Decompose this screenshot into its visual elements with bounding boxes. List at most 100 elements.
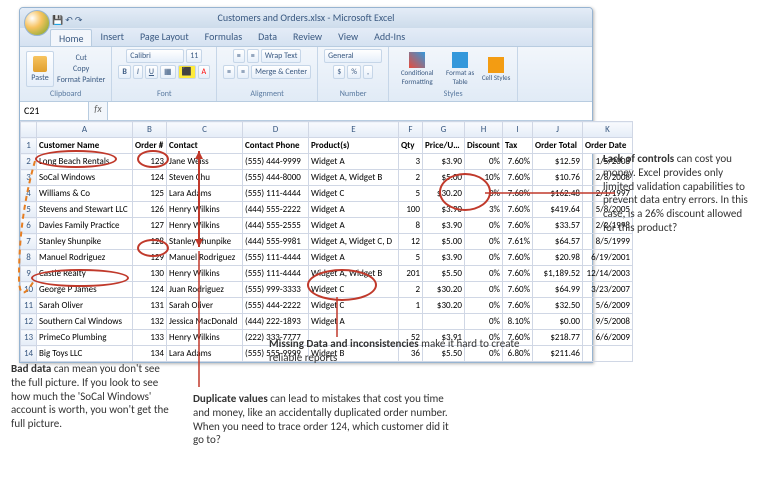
cell[interactable]: 0% — [465, 186, 503, 202]
cell[interactable]: (555) 444-2222 — [243, 298, 309, 314]
cell[interactable]: Widget A, Widget C, D — [309, 234, 399, 250]
cell[interactable]: 0% — [465, 282, 503, 298]
col-header[interactable]: B — [133, 122, 167, 138]
cell[interactable]: Castle Realty — [37, 266, 133, 282]
header-cell[interactable]: Qty — [399, 138, 423, 154]
cell[interactable]: Widget C — [309, 282, 399, 298]
cell[interactable]: (444) 222-1893 — [243, 314, 309, 330]
cell[interactable]: Manuel Rodriguez — [167, 250, 243, 266]
cell[interactable]: $3.90 — [423, 250, 465, 266]
cell[interactable]: 6/19/2001 — [583, 250, 633, 266]
cell[interactable]: 7.60% — [503, 218, 533, 234]
cell[interactable]: $1,189.52 — [533, 266, 583, 282]
border-button[interactable]: ▦ — [160, 65, 176, 79]
cell[interactable]: 127 — [133, 218, 167, 234]
cell[interactable]: Widget A, Widget B — [309, 170, 399, 186]
tab-data[interactable]: Data — [250, 28, 285, 46]
cell[interactable]: 0% — [465, 298, 503, 314]
cell[interactable]: 0% — [465, 218, 503, 234]
cell[interactable]: Steven Chu — [167, 170, 243, 186]
cell[interactable]: Stevens and Stewart LLC — [37, 202, 133, 218]
cell[interactable]: (555) 111-4444 — [243, 186, 309, 202]
cell[interactable]: 7.60% — [503, 170, 533, 186]
cell[interactable]: 1 — [399, 298, 423, 314]
col-header[interactable]: E — [309, 122, 399, 138]
col-header[interactable]: C — [167, 122, 243, 138]
number-format[interactable]: General — [324, 49, 382, 63]
header-cell[interactable]: Price/Unit — [423, 138, 465, 154]
cell[interactable]: 9/5/2008 — [583, 314, 633, 330]
italic-button[interactable]: I — [133, 65, 143, 79]
cell[interactable]: Widget A — [309, 250, 399, 266]
cell[interactable]: Juan Rodriguez — [167, 282, 243, 298]
cell[interactable]: Widget A — [309, 154, 399, 170]
cell[interactable]: 0% — [465, 314, 503, 330]
fill-button[interactable]: ⬛ — [178, 65, 196, 79]
cell[interactable]: George P James — [37, 282, 133, 298]
cell[interactable]: 0% — [465, 154, 503, 170]
cell[interactable]: 0% — [465, 234, 503, 250]
align-top[interactable]: ≡ — [233, 49, 245, 63]
cell[interactable]: 0% — [465, 250, 503, 266]
format-painter-button[interactable]: Format Painter — [57, 75, 105, 85]
cell[interactable]: 124 — [133, 170, 167, 186]
row-header[interactable]: 3 — [21, 170, 37, 186]
col-header[interactable]: J — [533, 122, 583, 138]
col-header[interactable]: G — [423, 122, 465, 138]
cell[interactable] — [399, 314, 423, 330]
cell[interactable]: Widget A — [309, 202, 399, 218]
cell[interactable]: 7.61% — [503, 234, 533, 250]
tab-home[interactable]: Home — [50, 29, 92, 46]
format-as-table-button[interactable]: Format as Table — [442, 52, 478, 86]
header-cell[interactable]: Order # — [133, 138, 167, 154]
tab-addins[interactable]: Add-Ins — [366, 28, 413, 46]
underline-button[interactable]: U — [145, 65, 158, 79]
cell[interactable]: Long Beach Rentals — [37, 154, 133, 170]
cell[interactable]: 133 — [133, 330, 167, 346]
cell[interactable]: Sarah Oliver — [167, 298, 243, 314]
header-cell[interactable]: Tax — [503, 138, 533, 154]
cell[interactable]: Stanley Shunpike — [167, 234, 243, 250]
font-size[interactable]: 11 — [186, 49, 202, 63]
row-header[interactable]: 1 — [21, 138, 37, 154]
merge-center[interactable]: Merge & Center — [251, 65, 311, 79]
tab-view[interactable]: View — [330, 28, 366, 46]
cell[interactable]: PrimeCo Plumbing — [37, 330, 133, 346]
cell[interactable]: $64.99 — [533, 282, 583, 298]
cell[interactable]: 12 — [399, 234, 423, 250]
col-header[interactable]: D — [243, 122, 309, 138]
cell[interactable]: 124 — [133, 282, 167, 298]
percent-button[interactable]: % — [347, 65, 361, 79]
font-name[interactable]: Calibri — [126, 49, 184, 63]
cell[interactable]: Lara Adams — [167, 346, 243, 362]
comma-button[interactable]: , — [363, 65, 373, 79]
quick-access-toolbar[interactable]: 💾 ↶ ↷ — [52, 11, 82, 31]
cell[interactable]: Henry Wilkins — [167, 202, 243, 218]
copy-button[interactable]: Copy — [57, 64, 105, 74]
align-mid[interactable]: ≡ — [247, 49, 259, 63]
cell[interactable]: 7.60% — [503, 154, 533, 170]
cell[interactable]: $162.48 — [533, 186, 583, 202]
cell[interactable]: 5 — [399, 250, 423, 266]
cell[interactable]: 123 — [133, 154, 167, 170]
cell[interactable]: (555) 111-4444 — [243, 250, 309, 266]
row-header[interactable]: 11 — [21, 298, 37, 314]
cell-styles-button[interactable]: Cell Styles — [481, 57, 511, 82]
cell[interactable]: $33.57 — [533, 218, 583, 234]
cell[interactable]: $419.64 — [533, 202, 583, 218]
tab-page-layout[interactable]: Page Layout — [132, 28, 197, 46]
row-header[interactable]: 14 — [21, 346, 37, 362]
col-header[interactable]: F — [399, 122, 423, 138]
align-left[interactable]: ≡ — [223, 65, 235, 79]
cell[interactable]: $3.90 — [423, 202, 465, 218]
spreadsheet-grid[interactable]: ABCDEFGHIJK 1Customer NameOrder #Contact… — [20, 121, 633, 362]
cell[interactable]: $12.59 — [533, 154, 583, 170]
row-header[interactable]: 2 — [21, 154, 37, 170]
cell[interactable]: 100 — [399, 202, 423, 218]
col-header[interactable] — [21, 122, 37, 138]
fx-icon[interactable]: fx — [89, 102, 108, 120]
cell[interactable]: 7.60% — [503, 282, 533, 298]
cell[interactable]: 201 — [399, 266, 423, 282]
cell[interactable]: Jessica MacDonald — [167, 314, 243, 330]
cell[interactable]: $218.77 — [533, 330, 583, 346]
